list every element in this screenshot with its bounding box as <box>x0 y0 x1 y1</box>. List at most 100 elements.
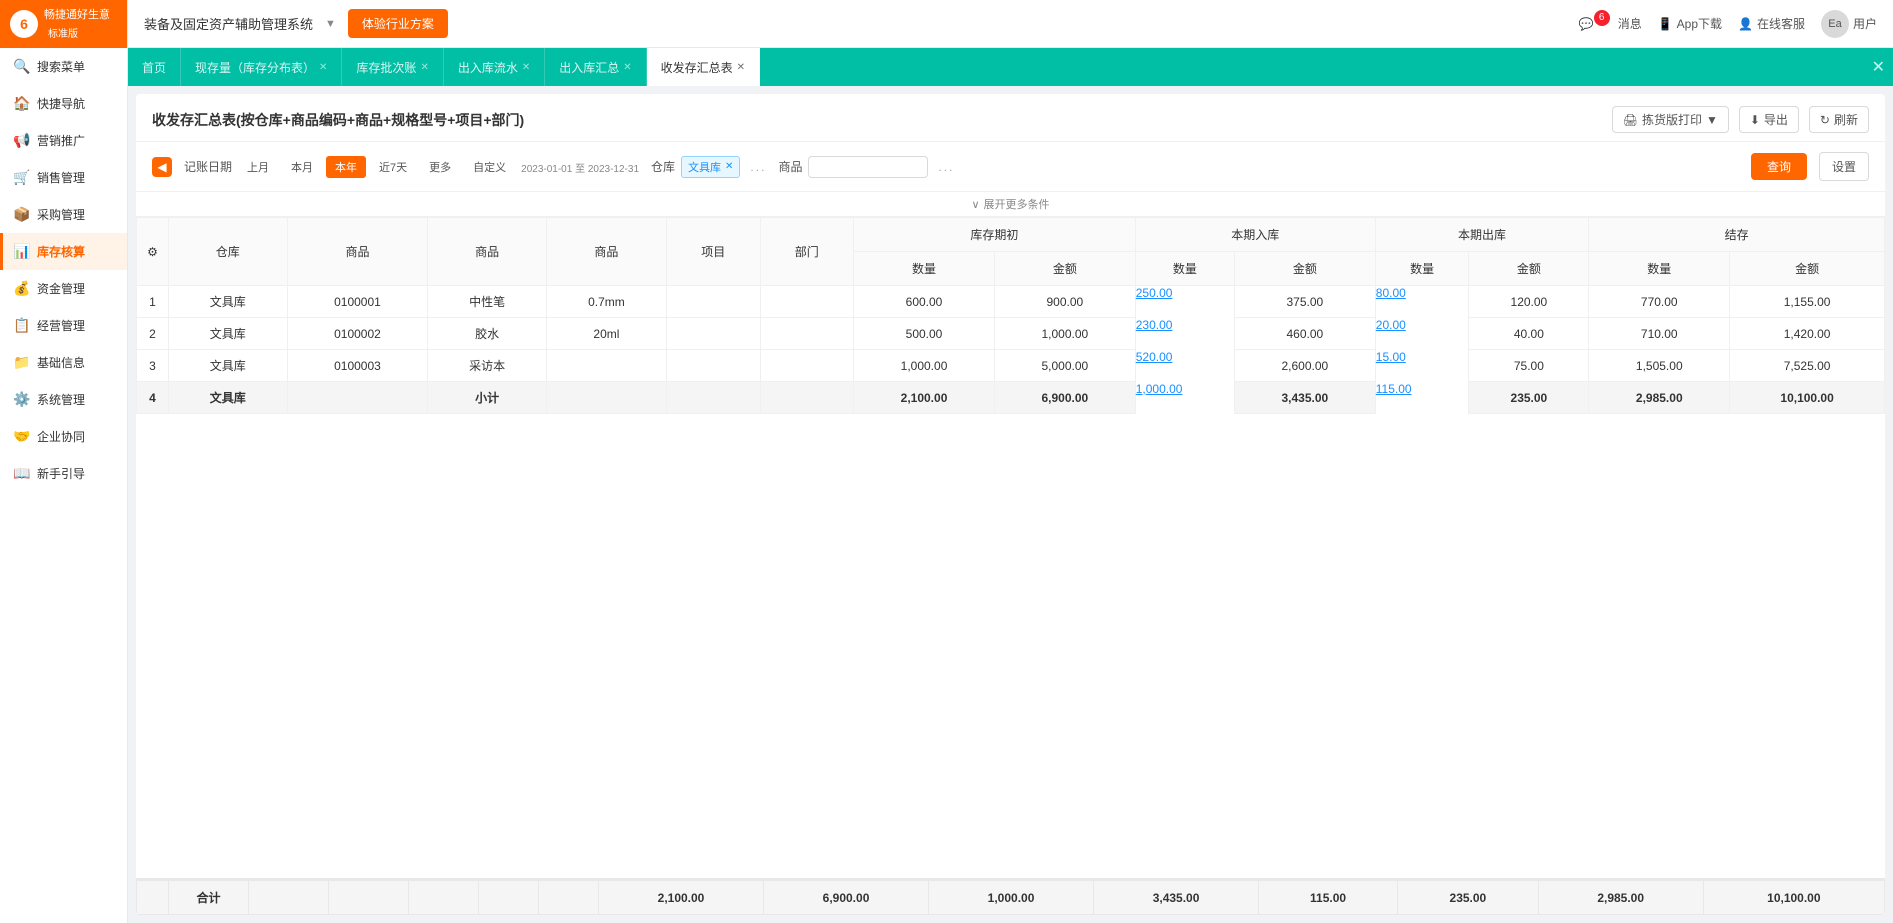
row-bal-qty-0: 770.00 <box>1589 286 1730 318</box>
close-all-tabs-btn[interactable]: ✕ <box>1872 57 1885 77</box>
row-bal-amt-2: 7,525.00 <box>1730 350 1885 382</box>
col-project: 项目 <box>666 218 760 286</box>
query-btn[interactable]: 查询 <box>1751 153 1807 180</box>
tab-label-2: 库存批次账 <box>356 59 416 76</box>
footer-init-qty: 2,100.00 <box>599 881 764 915</box>
row-init-qty-0: 600.00 <box>854 286 995 318</box>
print-btn[interactable]: 🖨 拣货版打印 ▼ <box>1612 106 1729 133</box>
tab-label-1: 现存量（库存分布表） <box>195 59 315 76</box>
tab-close-5[interactable]: ✕ <box>737 62 745 73</box>
row-spec-3 <box>546 382 666 414</box>
col-group-init: 库存期初 <box>854 218 1136 252</box>
trial-btn[interactable]: 体验行业方案 <box>348 9 448 38</box>
row-init-qty-2: 1,000.00 <box>854 350 995 382</box>
sidebar-item-basic[interactable]: 📁 基础信息 <box>0 344 127 381</box>
sidebar-label-marketing: 营销推广 <box>37 132 85 149</box>
row-bal-amt-3: 10,100.00 <box>1730 382 1885 414</box>
table-row-2: 3 文具库 0100003 采访本 1,000.00 5,000.00 520.… <box>137 350 1885 382</box>
sidebar-item-guide[interactable]: 📖 新手引导 <box>0 455 127 492</box>
tab-3[interactable]: 出入库流水 ✕ <box>444 48 545 86</box>
msg-item[interactable]: 💬 6 消息 <box>1579 15 1642 32</box>
tab-close-1[interactable]: ✕ <box>319 62 327 73</box>
row-code-2: 0100003 <box>287 350 428 382</box>
sidebar-label-operation: 经营管理 <box>37 317 85 334</box>
system-dropdown[interactable]: ▼ <box>325 18 336 30</box>
export-btn[interactable]: ⬇ 导出 <box>1739 106 1799 133</box>
tab-label-5: 收发存汇总表 <box>661 59 733 76</box>
logo-icon: 6 <box>10 10 38 38</box>
col-settings-btn[interactable]: ⚙ <box>137 218 169 286</box>
sidebar-item-quick[interactable]: 🏠 快捷导航 <box>0 85 127 122</box>
date-btn-本月[interactable]: 本月 <box>282 156 322 178</box>
row-no-2: 3 <box>137 350 169 382</box>
sidebar-item-marketing[interactable]: 📢 营销推广 <box>0 122 127 159</box>
date-btn-本年[interactable]: 本年 <box>326 156 366 178</box>
sidebar-item-search[interactable]: 🔍 搜索菜单 <box>0 48 127 85</box>
tab-1[interactable]: 现存量（库存分布表） ✕ <box>181 48 342 86</box>
row-in-amt-0: 375.00 <box>1234 286 1375 318</box>
row-dept-2 <box>760 350 854 382</box>
filter-collapse-btn[interactable]: ◀ <box>152 157 172 177</box>
msg-label: 消息 <box>1618 15 1642 32</box>
sidebar-icon-search: 🔍 <box>13 58 29 75</box>
tab-close-4[interactable]: ✕ <box>623 62 631 73</box>
date-btn-近7天[interactable]: 近7天 <box>370 156 416 178</box>
row-project-1 <box>666 318 760 350</box>
tab-0[interactable]: 首页 <box>128 48 181 86</box>
sidebar-item-purchase[interactable]: 📦 采购管理 <box>0 196 127 233</box>
sidebar-icon-quick: 🏠 <box>13 95 29 112</box>
warehouse-tag[interactable]: 文具库 ✕ <box>681 156 740 178</box>
sidebar-item-inventory[interactable]: 📊 库存核算 <box>0 233 127 270</box>
row-code-1: 0100002 <box>287 318 428 350</box>
sidebar-item-cooperation[interactable]: 🤝 企业协同 <box>0 418 127 455</box>
sidebar-icon-marketing: 📢 <box>13 132 29 149</box>
user-item[interactable]: Ea 用户 <box>1821 10 1877 38</box>
col-bal-amt: 金额 <box>1730 252 1885 286</box>
footer-bal-qty: 2,985.00 <box>1538 881 1703 915</box>
tab-close-3[interactable]: ✕ <box>522 62 530 73</box>
goods-input[interactable] <box>808 156 928 178</box>
tab-label-4: 出入库汇总 <box>559 59 619 76</box>
warehouse-more-btn[interactable]: ... <box>750 160 766 174</box>
date-btn-自定义[interactable]: 自定义 <box>464 156 515 178</box>
main-content: 装备及固定资产辅助管理系统 ▼ 体验行业方案 💬 6 消息 📱 App下载 👤 … <box>128 0 1893 923</box>
app-download-item[interactable]: 📱 App下载 <box>1658 15 1722 32</box>
row-dept-3 <box>760 382 854 414</box>
expand-label: 展开更多条件 <box>984 196 1050 212</box>
row-warehouse-2: 文具库 <box>169 350 288 382</box>
tab-4[interactable]: 出入库汇总 ✕ <box>545 48 646 86</box>
date-btn-上月[interactable]: 上月 <box>238 156 278 178</box>
tab-2[interactable]: 库存批次账 ✕ <box>342 48 443 86</box>
content-card: 收发存汇总表(按仓库+商品编码+商品+规格型号+项目+部门) 🖨 拣货版打印 ▼… <box>136 94 1885 915</box>
date-btn-更多[interactable]: 更多 <box>420 156 460 178</box>
collapse-icon: ◀ <box>157 160 166 174</box>
row-init-amt-0: 900.00 <box>994 286 1135 318</box>
row-warehouse-3: 文具库 <box>169 382 288 414</box>
sidebar-icon-cooperation: 🤝 <box>13 428 29 445</box>
print-icon: 🖨 <box>1623 113 1638 127</box>
footer-out-amt: 235.00 <box>1398 881 1539 915</box>
refresh-btn[interactable]: ↻ 刷新 <box>1809 106 1869 133</box>
sidebar-item-operation[interactable]: 📋 经营管理 <box>0 307 127 344</box>
row-spec-0: 0.7mm <box>546 286 666 318</box>
topbar: 装备及固定资产辅助管理系统 ▼ 体验行业方案 💬 6 消息 📱 App下载 👤 … <box>128 0 1893 48</box>
sidebar-label-purchase: 采购管理 <box>37 206 85 223</box>
filter-settings-btn[interactable]: 设置 <box>1819 152 1869 181</box>
sidebar-item-finance[interactable]: 💰 资金管理 <box>0 270 127 307</box>
row-dept-0 <box>760 286 854 318</box>
expand-more-bar[interactable]: ∨ 展开更多条件 <box>136 192 1885 217</box>
online-service-item[interactable]: 👤 在线客服 <box>1738 15 1805 32</box>
col-out-qty: 数量 <box>1375 252 1469 286</box>
goods-more-btn[interactable]: ... <box>938 160 954 174</box>
row-code-3 <box>287 382 428 414</box>
sidebar-item-sales[interactable]: 🛒 销售管理 <box>0 159 127 196</box>
tab-label-0: 首页 <box>142 59 166 76</box>
warehouse-tag-remove[interactable]: ✕ <box>725 161 733 172</box>
table-row-0: 1 文具库 0100001 中性笔 0.7mm 600.00 900.00 25… <box>137 286 1885 318</box>
tab-5[interactable]: 收发存汇总表 ✕ <box>647 48 760 86</box>
sidebar-icon-inventory: 📊 <box>13 243 29 260</box>
service-icon: 👤 <box>1738 17 1753 31</box>
sidebar-item-system[interactable]: ⚙️ 系统管理 <box>0 381 127 418</box>
date-range: 2023-01-01 至 2023-12-31 <box>521 160 639 175</box>
tab-close-2[interactable]: ✕ <box>420 62 428 73</box>
